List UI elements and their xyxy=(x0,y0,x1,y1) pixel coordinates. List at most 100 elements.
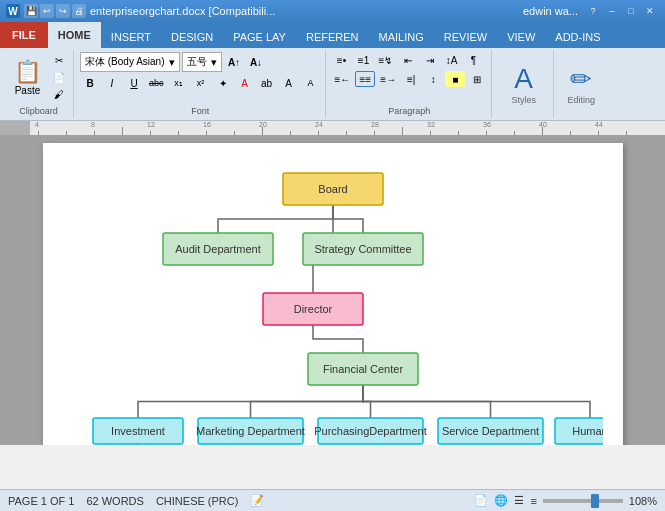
app-icon: W xyxy=(6,4,20,18)
styles-icon: A xyxy=(514,63,533,95)
zoom-thumb[interactable] xyxy=(591,494,599,508)
font-family-selector[interactable]: 宋体 (Body Asian) ▾ xyxy=(80,52,180,72)
font-size-dropdown[interactable]: ▾ xyxy=(211,56,217,69)
tab-mailing[interactable]: MAILING xyxy=(369,26,434,48)
shading-button[interactable]: ■ xyxy=(445,71,465,87)
tab-insert[interactable]: INSERT xyxy=(101,26,161,48)
svg-text:Director: Director xyxy=(293,303,332,315)
font-color-button[interactable]: A xyxy=(235,75,255,91)
zoom-track xyxy=(543,499,623,503)
minimize-btn[interactable]: – xyxy=(603,4,621,18)
paste-button[interactable]: 📋 Paste xyxy=(8,52,47,102)
font-size-value: 五号 xyxy=(187,55,207,69)
editing-group: ✏ Editing xyxy=(556,50,606,118)
font-group: 宋体 (Body Asian) ▾ 五号 ▾ A↑ A↓ B I U abc x… xyxy=(76,50,326,118)
ribbon-tabs: FILE HOME INSERT DESIGN PAGE LAY REFEREN… xyxy=(0,22,665,48)
view-draft-btn[interactable]: ≡ xyxy=(530,495,536,507)
numbering-button[interactable]: ≡1 xyxy=(354,52,374,68)
zoom-slider[interactable] xyxy=(543,499,623,503)
paste-label: Paste xyxy=(15,85,41,96)
tab-file[interactable]: FILE xyxy=(0,22,48,48)
highlight-button[interactable]: ab xyxy=(257,75,277,91)
justify-button[interactable]: ≡| xyxy=(401,71,421,87)
paste-icon: 📋 xyxy=(14,59,41,85)
title-bar: W 💾 ↩ ↪ 🖨 enterpriseorgchart.docx [Compa… xyxy=(0,0,665,22)
undo-icon[interactable]: ↩ xyxy=(40,4,54,18)
paragraph-label: Paragraph xyxy=(388,104,430,116)
strikethrough-button[interactable]: abc xyxy=(146,75,167,91)
tab-addins[interactable]: ADD-INS xyxy=(545,26,610,48)
clipboard-label: Clipboard xyxy=(19,104,58,116)
formatting-row: B I U abc x₁ x² ✦ A ab A A xyxy=(80,75,321,91)
bullets-button[interactable]: ≡• xyxy=(332,52,352,68)
multilevel-button[interactable]: ≡↯ xyxy=(376,52,396,68)
increase-indent-button[interactable]: ⇥ xyxy=(420,52,440,68)
superscript-button[interactable]: x² xyxy=(191,75,211,91)
document-page: BoardAudit DepartmentStrategy CommitteeD… xyxy=(43,143,623,445)
view-outline-btn[interactable]: ☰ xyxy=(514,494,524,507)
svg-text:Strategy Committee: Strategy Committee xyxy=(314,243,411,255)
font-size-selector[interactable]: 五号 ▾ xyxy=(182,52,222,72)
tab-references[interactable]: REFEREN xyxy=(296,26,369,48)
font-label: Font xyxy=(191,104,209,116)
font-increase-button[interactable]: A↑ xyxy=(224,54,244,70)
svg-text:Financial Center: Financial Center xyxy=(322,363,402,375)
line-spacing-button[interactable]: ↕ xyxy=(423,71,443,87)
help-btn[interactable]: ? xyxy=(584,4,602,18)
close-btn[interactable]: ✕ xyxy=(641,4,659,18)
styles-group: A Styles xyxy=(494,50,554,118)
font-size-big[interactable]: A xyxy=(279,75,299,91)
language-icon: 📝 xyxy=(250,494,264,507)
font-size-small[interactable]: A xyxy=(301,75,321,91)
document-area: BoardAudit DepartmentStrategy CommitteeD… xyxy=(0,135,665,445)
align-left-button[interactable]: ≡← xyxy=(332,71,354,87)
zoom-level: 108% xyxy=(629,495,657,507)
language: CHINESE (PRC) xyxy=(156,495,239,507)
ribbon-toolbar: 📋 Paste ✂ 📄 🖌 Clipboard 宋体 (Body Asian) … xyxy=(0,48,665,121)
ruler-ticks: 48121620242832364044 xyxy=(30,121,665,135)
view-print-btn[interactable]: 📄 xyxy=(474,494,488,507)
ruler-container: 48121620242832364044 xyxy=(0,121,665,135)
ruler-margin-left xyxy=(0,121,30,135)
print-icon[interactable]: 🖨 xyxy=(72,4,86,18)
save-icon[interactable]: 💾 xyxy=(24,4,38,18)
svg-text:Audit Department: Audit Department xyxy=(175,243,261,255)
font-family-dropdown[interactable]: ▾ xyxy=(169,56,175,69)
format-painter-button[interactable]: 🖌 xyxy=(49,86,69,102)
copy-button[interactable]: 📄 xyxy=(49,69,69,85)
tab-design[interactable]: DESIGN xyxy=(161,26,223,48)
editing-label: Editing xyxy=(567,95,595,105)
quick-access-toolbar: 💾 ↩ ↪ 🖨 xyxy=(24,4,86,18)
view-web-btn[interactable]: 🌐 xyxy=(494,494,508,507)
borders-button[interactable]: ⊞ xyxy=(467,71,487,87)
maximize-btn[interactable]: □ xyxy=(622,4,640,18)
tab-home[interactable]: HOME xyxy=(48,22,101,48)
sort-button[interactable]: ↕A xyxy=(442,52,462,68)
align-right-button[interactable]: ≡→ xyxy=(377,71,399,87)
redo-icon[interactable]: ↪ xyxy=(56,4,70,18)
document-title: enterpriseorgchart.docx [Compatibili... xyxy=(90,5,275,17)
show-marks-button[interactable]: ¶ xyxy=(464,52,484,68)
tab-pagelayout[interactable]: PAGE LAY xyxy=(223,26,296,48)
tab-view[interactable]: VIEW xyxy=(497,26,545,48)
page-info: PAGE 1 OF 1 xyxy=(8,495,74,507)
subscript-button[interactable]: x₁ xyxy=(169,75,189,91)
clipboard-group: 📋 Paste ✂ 📄 🖌 Clipboard xyxy=(4,50,74,118)
editing-icon: ✏ xyxy=(570,64,592,95)
underline-button[interactable]: U xyxy=(124,75,144,91)
font-family-value: 宋体 (Body Asian) xyxy=(85,55,164,69)
font-decrease-button[interactable]: A↓ xyxy=(246,54,266,70)
tab-review[interactable]: REVIEW xyxy=(434,26,497,48)
styles-label: Styles xyxy=(511,95,536,105)
italic-button[interactable]: I xyxy=(102,75,122,91)
cut-button[interactable]: ✂ xyxy=(49,52,69,68)
bold-button[interactable]: B xyxy=(80,75,100,91)
align-center-button[interactable]: ≡≡ xyxy=(355,71,375,87)
user-info: edwin wa... xyxy=(523,5,578,17)
clear-format-button[interactable]: ✦ xyxy=(213,75,233,91)
decrease-indent-button[interactable]: ⇤ xyxy=(398,52,418,68)
paragraph-group: ≡• ≡1 ≡↯ ⇤ ⇥ ↕A ¶ ≡← ≡≡ ≡→ ≡| ↕ ■ ⊞ Para… xyxy=(328,50,493,118)
svg-text:PurchasingDepartment: PurchasingDepartment xyxy=(314,425,427,437)
status-bar: PAGE 1 OF 1 62 WORDS CHINESE (PRC) 📝 📄 🌐… xyxy=(0,489,665,511)
svg-text:Human: Human xyxy=(572,425,603,437)
